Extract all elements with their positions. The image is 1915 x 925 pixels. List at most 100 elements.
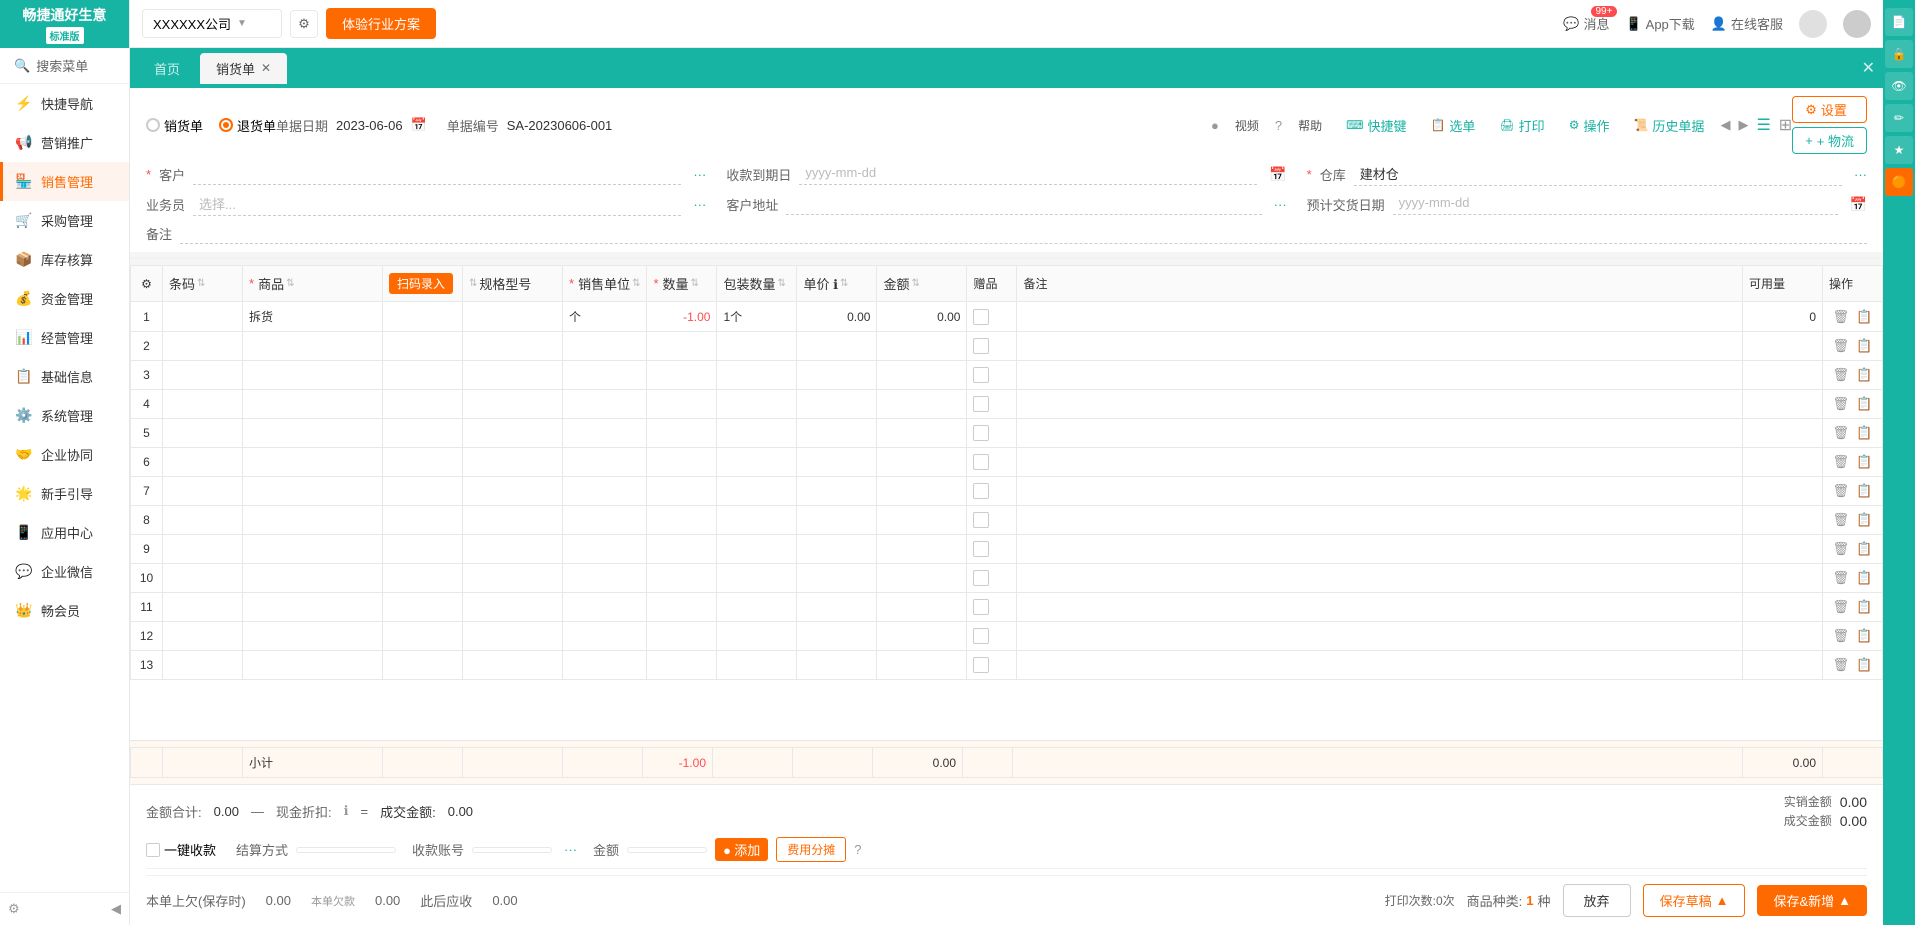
company-selector[interactable]: XXXXXX公司 ▼ xyxy=(142,9,282,38)
cell-qty-0[interactable]: -1.00 xyxy=(647,302,717,332)
cell-barcode-9[interactable] xyxy=(163,564,243,593)
cell-spec-8[interactable] xyxy=(463,535,563,564)
cell-product-0[interactable]: 拆货 xyxy=(243,302,383,332)
sidebar-item-wechat[interactable]: 💬 企业微信 xyxy=(0,552,129,591)
cell-unit-7[interactable] xyxy=(563,506,647,535)
payment-calendar-icon[interactable]: 📅 xyxy=(1269,166,1286,183)
cell-barcode-2[interactable] xyxy=(163,361,243,390)
cell-spec-3[interactable] xyxy=(463,390,563,419)
customer-input[interactable] xyxy=(193,163,681,185)
delete-icon-2[interactable]: 🗑 xyxy=(1832,367,1849,382)
cell-product-12[interactable] xyxy=(243,651,383,680)
info-icon[interactable]: ℹ xyxy=(344,803,349,819)
cell-pkg-3[interactable] xyxy=(717,390,797,419)
sidebar-item-system[interactable]: ⚙️ 系统管理 xyxy=(0,396,129,435)
setup-button[interactable]: ⚙ 设置 xyxy=(1792,96,1867,123)
payment-due-input[interactable]: yyyy-mm-dd xyxy=(799,163,1257,185)
sidebar-item-quick-nav[interactable]: ⚡ 快捷导航 xyxy=(0,84,129,123)
cell-product-1[interactable] xyxy=(243,332,383,361)
cell-spec-9[interactable] xyxy=(463,564,563,593)
cell-notes-5[interactable] xyxy=(1017,448,1743,477)
right-btn-edit[interactable]: ✏ xyxy=(1885,104,1913,132)
cell-amount-10[interactable] xyxy=(877,593,967,622)
delete-icon-0[interactable]: 🗑 xyxy=(1832,309,1849,324)
cell-price-11[interactable] xyxy=(797,622,877,651)
copy-icon-4[interactable]: 📋 xyxy=(1856,425,1872,440)
sidebar-item-finance[interactable]: 💰 资金管理 xyxy=(0,279,129,318)
copy-icon-6[interactable]: 📋 xyxy=(1856,483,1872,498)
cell-product-8[interactable] xyxy=(243,535,383,564)
print-btn[interactable]: 🖨 打印 xyxy=(1491,112,1552,139)
copy-icon-11[interactable]: 📋 xyxy=(1856,628,1872,643)
cell-unit-2[interactable] xyxy=(563,361,647,390)
warehouse-dots[interactable]: ··· xyxy=(1854,167,1867,182)
cell-qty-4[interactable] xyxy=(647,419,717,448)
cell-product-4[interactable] xyxy=(243,419,383,448)
sidebar-item-base[interactable]: 📋 基础信息 xyxy=(0,357,129,396)
cell-product-2[interactable] xyxy=(243,361,383,390)
trial-button[interactable]: 体验行业方案 xyxy=(326,8,436,39)
cell-pkg-11[interactable] xyxy=(717,622,797,651)
cell-notes-10[interactable] xyxy=(1017,593,1743,622)
copy-icon-7[interactable]: 📋 xyxy=(1856,512,1872,527)
cell-pkg-0[interactable]: 1个 xyxy=(717,302,797,332)
cell-barcode-4[interactable] xyxy=(163,419,243,448)
right-btn-view[interactable]: 👁 xyxy=(1885,72,1913,100)
app-download-action[interactable]: 📱 App下载 xyxy=(1625,14,1694,33)
cell-qty-8[interactable] xyxy=(647,535,717,564)
delete-icon-5[interactable]: 🗑 xyxy=(1832,454,1849,469)
cell-pkg-2[interactable] xyxy=(717,361,797,390)
cell-gift-6[interactable] xyxy=(967,477,1017,506)
cell-barcode-8[interactable] xyxy=(163,535,243,564)
close-all-button[interactable]: ✕ xyxy=(1862,58,1875,78)
delete-icon-7[interactable]: 🗑 xyxy=(1832,512,1849,527)
cell-unit-3[interactable] xyxy=(563,390,647,419)
cell-pkg-7[interactable] xyxy=(717,506,797,535)
cell-notes-7[interactable] xyxy=(1017,506,1743,535)
cell-spec-5[interactable] xyxy=(463,448,563,477)
sidebar-item-app-center[interactable]: 📱 应用中心 xyxy=(0,513,129,552)
cell-product-6[interactable] xyxy=(243,477,383,506)
cell-pkg-10[interactable] xyxy=(717,593,797,622)
cell-spec-7[interactable] xyxy=(463,506,563,535)
cell-price-2[interactable] xyxy=(797,361,877,390)
cell-product-9[interactable] xyxy=(243,564,383,593)
cell-notes-9[interactable] xyxy=(1017,564,1743,593)
cell-notes-2[interactable] xyxy=(1017,361,1743,390)
collapse-icon[interactable]: ◀ xyxy=(111,901,121,917)
cell-unit-8[interactable] xyxy=(563,535,647,564)
copy-icon-3[interactable]: 📋 xyxy=(1856,396,1872,411)
cell-barcode-1[interactable] xyxy=(163,332,243,361)
cell-gift-10[interactable] xyxy=(967,593,1017,622)
sidebar-search[interactable]: 🔍 搜索菜单 xyxy=(0,48,129,84)
sidebar-item-sales[interactable]: 🏪 销售管理 xyxy=(0,162,129,201)
message-action[interactable]: 💬 消息 99+ xyxy=(1563,14,1609,33)
cell-gift-3[interactable] xyxy=(967,390,1017,419)
cell-notes-12[interactable] xyxy=(1017,651,1743,680)
cell-amount-2[interactable] xyxy=(877,361,967,390)
cell-amount-3[interactable] xyxy=(877,390,967,419)
customer-dots[interactable]: ··· xyxy=(693,167,706,182)
cell-product-10[interactable] xyxy=(243,593,383,622)
cell-notes-11[interactable] xyxy=(1017,622,1743,651)
addr-dots[interactable]: ··· xyxy=(1274,197,1287,212)
copy-icon-8[interactable]: 📋 xyxy=(1856,541,1872,556)
cell-pkg-5[interactable] xyxy=(717,448,797,477)
th-scan[interactable]: 扫码录入 xyxy=(383,266,463,302)
cell-qty-11[interactable] xyxy=(647,622,717,651)
cell-gift-8[interactable] xyxy=(967,535,1017,564)
settlement-select[interactable] xyxy=(296,847,396,853)
cell-unit-11[interactable] xyxy=(563,622,647,651)
cell-gift-5[interactable] xyxy=(967,448,1017,477)
cell-gift-0[interactable] xyxy=(967,302,1017,332)
cell-price-0[interactable]: 0.00 xyxy=(797,302,877,332)
copy-icon-5[interactable]: 📋 xyxy=(1856,454,1872,469)
cell-price-1[interactable] xyxy=(797,332,877,361)
cell-gift-11[interactable] xyxy=(967,622,1017,651)
cell-amount-11[interactable] xyxy=(877,622,967,651)
cell-gift-12[interactable] xyxy=(967,651,1017,680)
right-btn-doc[interactable]: 📄 xyxy=(1885,8,1913,36)
cell-unit-6[interactable] xyxy=(563,477,647,506)
copy-icon-9[interactable]: 📋 xyxy=(1856,570,1872,585)
account-dots[interactable]: ··· xyxy=(564,842,577,857)
